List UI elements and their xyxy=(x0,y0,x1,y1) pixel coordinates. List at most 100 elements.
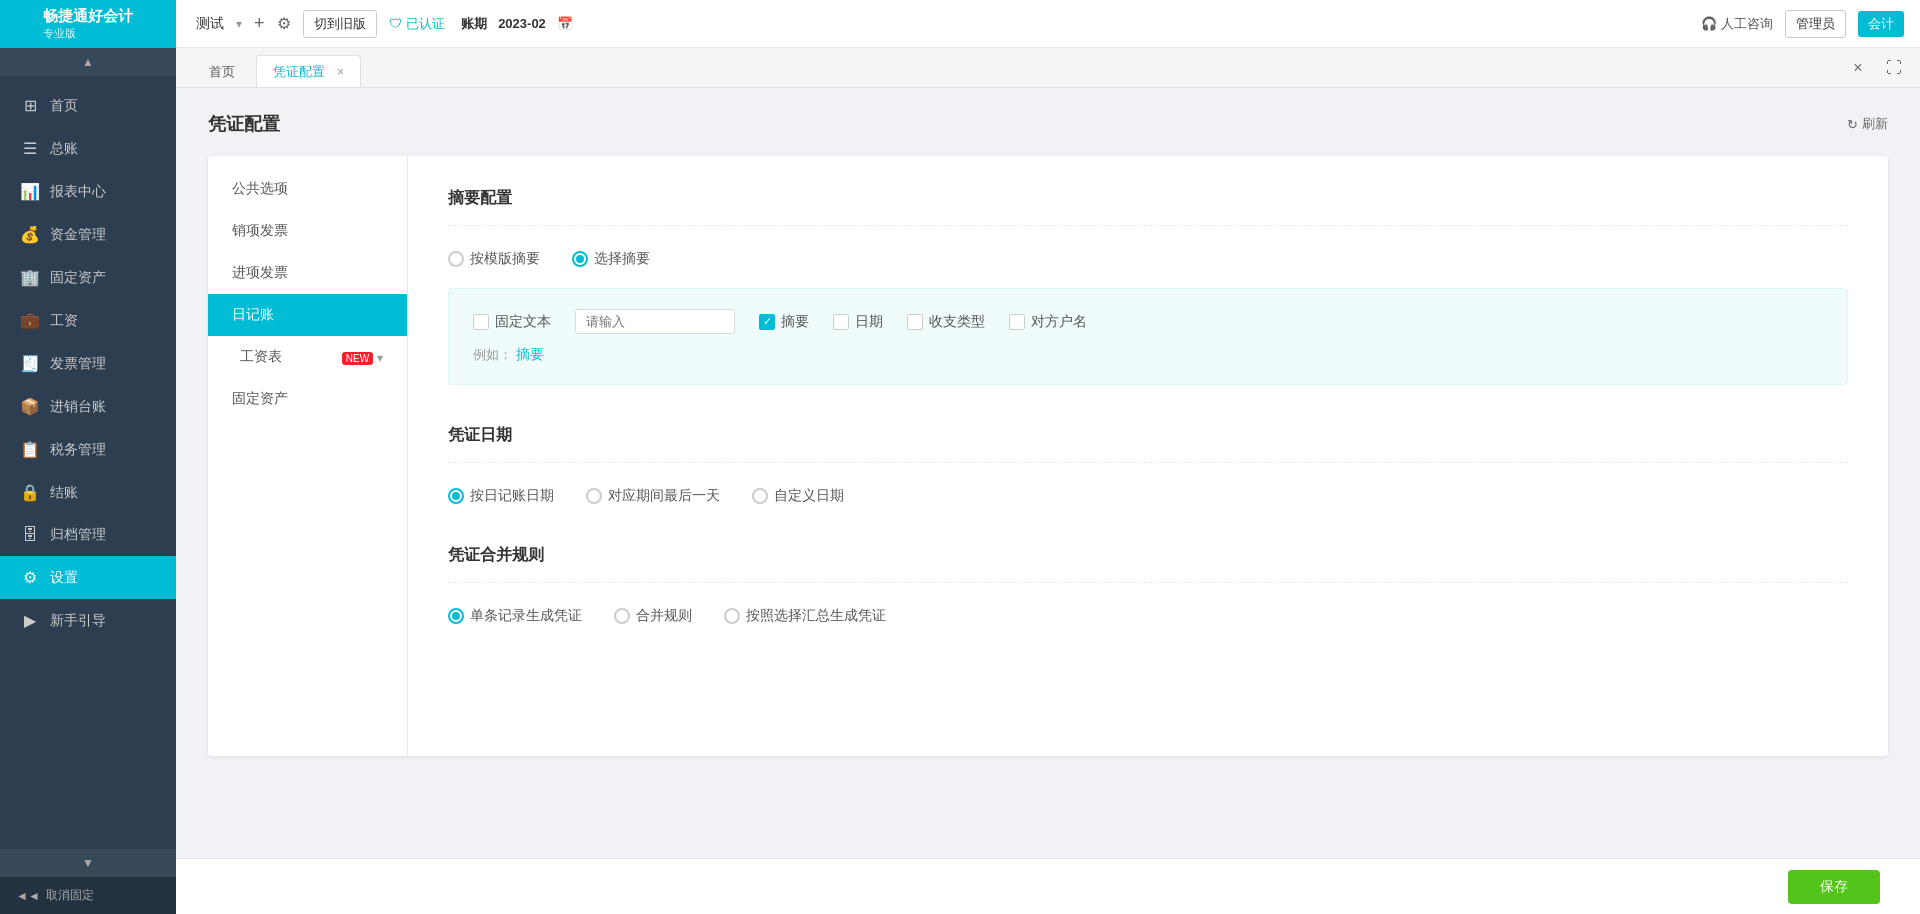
date-radio2-label: 对应期间最后一天 xyxy=(608,487,720,505)
logo: 畅捷通好会计 专业版 xyxy=(0,0,176,48)
settings-sidebar-icon: ⚙ xyxy=(20,568,40,587)
sidebar-label-guide: 新手引导 xyxy=(50,612,106,630)
sidebar-label-fund: 资金管理 xyxy=(50,226,106,244)
fullscreen-button[interactable]: ⛶ xyxy=(1880,54,1908,82)
sidebar-item-report[interactable]: 📊 报表中心 xyxy=(0,170,176,213)
income-type-checkbox xyxy=(907,314,923,330)
checkbox-summary[interactable]: ✓ 摘要 xyxy=(759,313,809,331)
summary-config-section: 摘要配置 按模版摘要 选择摘要 xyxy=(448,188,1848,385)
cert-label: 已认证 xyxy=(406,15,445,33)
checkbox-counterpart[interactable]: 对方户名 xyxy=(1009,313,1087,331)
summary-radio-group: 按模版摘要 选择摘要 xyxy=(448,250,1848,268)
main-layout: ▲ ⊞ 首页 ☰ 总账 📊 报表中心 💰 资金管理 🏢 固定资产 xyxy=(0,48,1920,914)
cert-shield-icon: 🛡 xyxy=(389,16,402,31)
consult-button[interactable]: 🎧 人工咨询 xyxy=(1701,15,1773,33)
tab-bar-actions: × ⛶ xyxy=(1844,54,1908,82)
manager-button[interactable]: 管理员 xyxy=(1785,10,1846,38)
switch-old-button[interactable]: 切到旧版 xyxy=(303,10,377,38)
payroll-icon: 💼 xyxy=(20,311,40,330)
summary-checkbox: ✓ xyxy=(759,314,775,330)
summary-radio-template[interactable]: 按模版摘要 xyxy=(448,250,540,268)
config-nav-public[interactable]: 公共选项 xyxy=(208,168,407,210)
voucher-date-radio2[interactable]: 对应期间最后一天 xyxy=(586,487,720,505)
voucher-date-radio1[interactable]: 按日记账日期 xyxy=(448,487,554,505)
income-type-label: 收支类型 xyxy=(929,313,985,331)
voucher-merge-radio2[interactable]: 合并规则 xyxy=(614,607,692,625)
pin-icon: ◄◄ xyxy=(16,889,40,903)
cancel-fixed-button[interactable]: ◄◄ 取消固定 xyxy=(0,877,176,914)
summary-label: 摘要 xyxy=(781,313,809,331)
company-dropdown-icon[interactable]: ▾ xyxy=(236,17,242,31)
config-nav-payroll[interactable]: 工资表 NEW ▾ xyxy=(208,336,407,378)
logo-sub: 专业版 xyxy=(43,26,133,41)
sidebar-label-tax: 税务管理 xyxy=(50,441,106,459)
add-company-icon[interactable]: + xyxy=(254,13,265,34)
voucher-merge-radio3[interactable]: 按照选择汇总生成凭证 xyxy=(724,607,886,625)
sidebar-label-home: 首页 xyxy=(50,97,78,115)
ledger-icon: ☰ xyxy=(20,139,40,158)
company-name[interactable]: 测试 xyxy=(196,15,224,33)
calendar-icon[interactable]: 📅 xyxy=(557,16,573,31)
tab-voucher-config[interactable]: 凭证配置 × xyxy=(256,55,361,87)
date-label: 日期 xyxy=(855,313,883,331)
tab-home-label: 首页 xyxy=(209,63,235,81)
config-nav-purchase[interactable]: 进项发票 xyxy=(208,252,407,294)
sidebar-label-payroll: 工资 xyxy=(50,312,78,330)
sidebar-item-ledger[interactable]: ☰ 总账 xyxy=(0,127,176,170)
sidebar-item-settings[interactable]: ⚙ 设置 xyxy=(0,556,176,599)
accountant-button[interactable]: 会计 xyxy=(1858,11,1904,37)
sidebar-scroll-up[interactable]: ▲ xyxy=(0,48,176,76)
voucher-date-radio3[interactable]: 自定义日期 xyxy=(752,487,844,505)
checkbox-fixed-text[interactable]: 固定文本 xyxy=(473,313,551,331)
purchase-icon: 📦 xyxy=(20,397,40,416)
date-radio1-circle xyxy=(448,488,464,504)
settings-icon[interactable]: ⚙ xyxy=(277,14,291,33)
sidebar-label-invoice: 发票管理 xyxy=(50,355,106,373)
refresh-button[interactable]: ↻ 刷新 xyxy=(1847,115,1888,133)
sidebar-item-archive[interactable]: 🗄 归档管理 xyxy=(0,514,176,556)
bottom-bar: 保存 xyxy=(176,858,1920,914)
guide-icon: ▶ xyxy=(20,611,40,630)
sidebar-item-close[interactable]: 🔒 结账 xyxy=(0,471,176,514)
merge-radio2-label: 合并规则 xyxy=(636,607,692,625)
logo-text: 畅捷通好会计 xyxy=(43,7,133,26)
config-nav-sales[interactable]: 销项发票 xyxy=(208,210,407,252)
sidebar-item-fund[interactable]: 💰 资金管理 xyxy=(0,213,176,256)
sidebar-item-payroll[interactable]: 💼 工资 xyxy=(0,299,176,342)
summary-radio-select[interactable]: 选择摘要 xyxy=(572,250,650,268)
report-icon: 📊 xyxy=(20,182,40,201)
config-panel: 公共选项 销项发票 进项发票 日记账 工资表 NEW ▾ 固定资产 xyxy=(208,156,1888,756)
chevron-down-icon: ▾ xyxy=(377,351,383,365)
sidebar-label-asset: 固定资产 xyxy=(50,269,106,287)
example-prefix: 例如： xyxy=(473,347,512,362)
sidebar-item-asset[interactable]: 🏢 固定资产 xyxy=(0,256,176,299)
fixed-text-input[interactable] xyxy=(575,309,735,334)
checkbox-date[interactable]: 日期 xyxy=(833,313,883,331)
radio-select-label: 选择摘要 xyxy=(594,250,650,268)
sidebar-item-home[interactable]: ⊞ 首页 xyxy=(0,84,176,127)
voucher-merge-radio1[interactable]: 单条记录生成凭证 xyxy=(448,607,582,625)
voucher-date-radio-group: 按日记账日期 对应期间最后一天 自定义日期 xyxy=(448,487,1848,505)
sidebar-item-guide[interactable]: ▶ 新手引导 xyxy=(0,599,176,642)
radio-select-circle xyxy=(572,251,588,267)
voucher-merge-radio-group: 单条记录生成凭证 合并规则 按照选择汇总生成凭证 xyxy=(448,607,1848,625)
voucher-date-title: 凭证日期 xyxy=(448,425,1848,463)
period-value[interactable]: 2023-02 xyxy=(498,16,546,31)
summary-example: 例如： 摘要 xyxy=(473,346,1823,364)
sidebar-item-invoice[interactable]: 🧾 发票管理 xyxy=(0,342,176,385)
fixed-text-label: 固定文本 xyxy=(495,313,551,331)
sidebar-item-purchase[interactable]: 📦 进销台账 xyxy=(0,385,176,428)
tab-close-icon[interactable]: × xyxy=(337,65,344,79)
sidebar-label-archive: 归档管理 xyxy=(50,526,106,544)
close-window-button[interactable]: × xyxy=(1844,54,1872,82)
cancel-fixed-label: 取消固定 xyxy=(46,887,94,904)
checkbox-income-type[interactable]: 收支类型 xyxy=(907,313,985,331)
config-nav-journal[interactable]: 日记账 xyxy=(208,294,407,336)
voucher-merge-section: 凭证合并规则 单条记录生成凭证 合并规则 xyxy=(448,545,1848,625)
save-button[interactable]: 保存 xyxy=(1788,870,1880,904)
sidebar-item-tax[interactable]: 📋 税务管理 xyxy=(0,428,176,471)
config-nav-fixedasset[interactable]: 固定资产 xyxy=(208,378,407,420)
refresh-label: 刷新 xyxy=(1862,115,1888,133)
sidebar-scroll-down[interactable]: ▼ xyxy=(0,849,176,877)
tab-home[interactable]: 首页 xyxy=(192,55,252,87)
